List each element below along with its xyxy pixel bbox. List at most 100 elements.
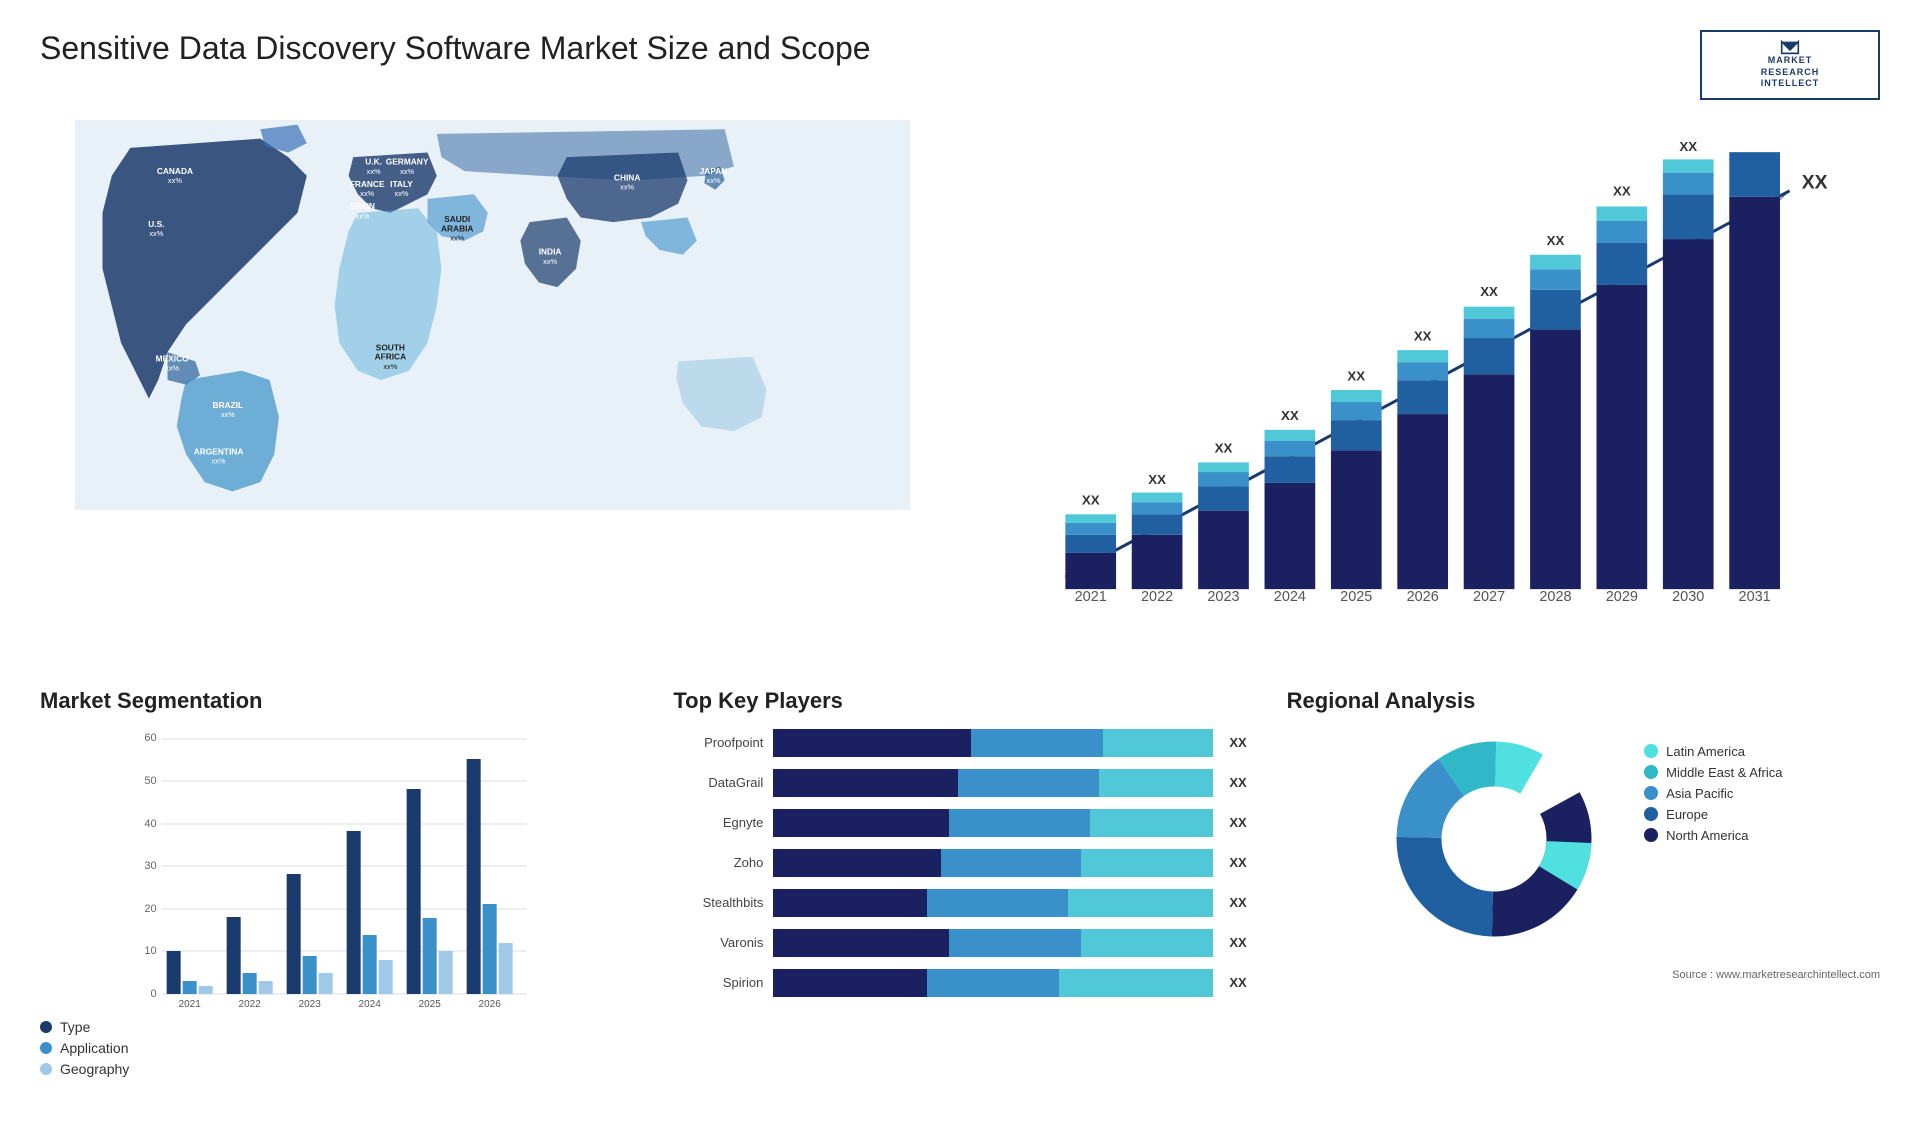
page-header: Sensitive Data Discovery Software Market… — [40, 30, 1880, 100]
regional-section: Regional Analysis — [1287, 688, 1880, 1077]
svg-text:XX: XX — [1148, 472, 1166, 487]
players-section: Top Key Players Proofpoint XX DataGrail — [663, 688, 1256, 1077]
player-name: Egnyte — [673, 815, 763, 830]
logo-area: MARKETRESEARCHINTELLECT — [1700, 30, 1880, 100]
player-name: DataGrail — [673, 775, 763, 790]
svg-text:2023: 2023 — [299, 999, 322, 1009]
svg-text:GERMANY: GERMANY — [386, 157, 429, 167]
player-row: Varonis XX — [673, 929, 1246, 957]
player-value: XX — [1229, 735, 1246, 750]
application-dot — [40, 1042, 52, 1054]
regional-legend: Latin America Middle East & Africa Asia … — [1644, 744, 1782, 843]
svg-text:0: 0 — [151, 988, 157, 1000]
svg-text:SPAIN: SPAIN — [350, 201, 375, 211]
player-bar — [773, 969, 1213, 997]
player-name: Spirion — [673, 975, 763, 990]
player-value: XX — [1229, 935, 1246, 950]
svg-text:XX: XX — [1480, 284, 1498, 299]
player-value: XX — [1229, 895, 1246, 910]
svg-text:xx%: xx% — [450, 234, 464, 243]
donut-svg — [1384, 729, 1604, 949]
svg-text:20: 20 — [144, 903, 156, 915]
player-value: XX — [1229, 775, 1246, 790]
svg-text:2028: 2028 — [1539, 589, 1571, 605]
player-row: Egnyte XX — [673, 809, 1246, 837]
player-value: XX — [1229, 855, 1246, 870]
svg-text:XX: XX — [1802, 172, 1828, 193]
regional-wrapper: Latin America Middle East & Africa Asia … — [1384, 729, 1782, 949]
world-map-svg: CANADA xx% U.S. xx% MEXICO xx% BRAZIL xx… — [40, 120, 945, 510]
player-bar — [773, 769, 1213, 797]
svg-text:XX: XX — [1082, 493, 1100, 508]
country-canada: CANADA — [157, 166, 193, 176]
player-bar-container — [773, 769, 1213, 797]
regional-title: Regional Analysis — [1287, 688, 1476, 714]
svg-text:xx%: xx% — [367, 167, 381, 176]
north-america-dot — [1644, 828, 1658, 842]
svg-text:2029: 2029 — [1606, 589, 1638, 605]
latin-america-dot — [1644, 744, 1658, 758]
svg-text:2030: 2030 — [1672, 589, 1704, 605]
svg-text:50: 50 — [144, 775, 156, 787]
svg-text:40: 40 — [144, 818, 156, 830]
europe-label: Europe — [1666, 807, 1708, 822]
svg-text:U.K.: U.K. — [365, 157, 382, 167]
legend-application-label: Application — [60, 1040, 129, 1056]
player-row: Spirion XX — [673, 969, 1246, 997]
player-bar-container — [773, 929, 1213, 957]
svg-text:xx%: xx% — [707, 176, 721, 185]
svg-text:30: 30 — [144, 860, 156, 872]
svg-text:2027: 2027 — [1473, 589, 1505, 605]
svg-text:2021: 2021 — [1075, 589, 1107, 605]
seg-chart: 0 10 20 30 40 50 60 — [40, 729, 633, 1009]
growth-chart-svg: XX XX XX XX XX — [1005, 140, 1850, 628]
player-value: XX — [1229, 975, 1246, 990]
source-text: Source : www.marketresearchintellect.com — [1672, 969, 1880, 981]
svg-text:2025: 2025 — [419, 999, 442, 1009]
apac-dot — [1644, 786, 1658, 800]
svg-text:xx%: xx% — [168, 176, 182, 185]
svg-text:ITALY: ITALY — [390, 179, 413, 189]
mea-dot — [1644, 765, 1658, 779]
player-name: Proofpoint — [673, 735, 763, 750]
svg-text:60: 60 — [144, 732, 156, 744]
bottom-grid: Market Segmentation 0 10 20 30 40 50 60 — [40, 688, 1880, 1077]
svg-text:MEXICO: MEXICO — [156, 353, 189, 363]
svg-text:xx%: xx% — [356, 211, 370, 220]
svg-text:xx%: xx% — [212, 457, 226, 466]
donut-container — [1384, 729, 1604, 949]
latin-america-label: Latin America — [1666, 744, 1745, 759]
svg-text:XX: XX — [1215, 441, 1233, 456]
svg-text:xx%: xx% — [395, 189, 409, 198]
main-grid: CANADA xx% U.S. xx% MEXICO xx% BRAZIL xx… — [40, 120, 1880, 678]
geography-dot — [40, 1063, 52, 1075]
legend-type: Type — [40, 1019, 633, 1035]
type-dot — [40, 1021, 52, 1033]
player-bar — [773, 729, 1213, 757]
svg-text:xx%: xx% — [165, 364, 179, 373]
player-row: Zoho XX — [673, 849, 1246, 877]
svg-text:U.S.: U.S. — [148, 219, 164, 229]
svg-text:10: 10 — [144, 945, 156, 957]
player-row: Proofpoint XX — [673, 729, 1246, 757]
legend-application: Application — [40, 1040, 633, 1056]
svg-text:xx%: xx% — [543, 257, 557, 266]
svg-text:xx%: xx% — [360, 189, 374, 198]
logo-text: MARKETRESEARCHINTELLECT — [1761, 55, 1820, 90]
svg-text:2024: 2024 — [359, 999, 382, 1009]
svg-text:ARGENTINA: ARGENTINA — [194, 446, 244, 456]
svg-text:XX: XX — [1414, 328, 1432, 343]
players-title: Top Key Players — [673, 688, 1246, 714]
svg-text:xx%: xx% — [149, 229, 163, 238]
svg-text:2021: 2021 — [179, 999, 202, 1009]
player-value: XX — [1229, 815, 1246, 830]
europe-dot — [1644, 807, 1658, 821]
map-container: CANADA xx% U.S. xx% MEXICO xx% BRAZIL xx… — [40, 120, 945, 510]
player-bar — [773, 889, 1213, 917]
segmentation-title: Market Segmentation — [40, 688, 633, 714]
reg-legend-latin: Latin America — [1644, 744, 1782, 759]
bar-seg-light — [1103, 729, 1213, 757]
legend-type-label: Type — [60, 1019, 90, 1035]
apac-label: Asia Pacific — [1666, 786, 1733, 801]
mea-label: Middle East & Africa — [1666, 765, 1782, 780]
